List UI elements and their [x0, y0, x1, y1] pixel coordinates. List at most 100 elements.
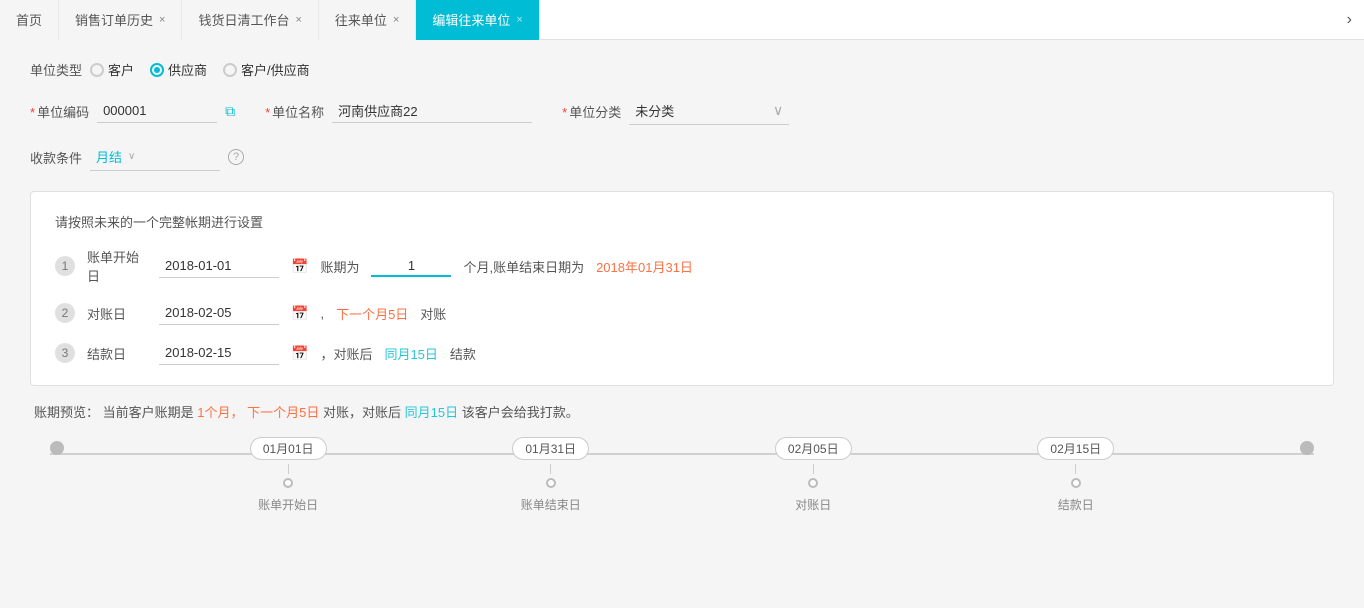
unit-type-label: 单位类型: [30, 60, 82, 79]
timeline-connector-1: [288, 464, 289, 474]
code-label: *单位编码: [30, 102, 89, 121]
tab-cash-work[interactable]: 钱货日清工作台 ×: [182, 0, 318, 40]
timeline-node-2: 01月31日 账单结束日: [512, 437, 589, 513]
preview-part1: 1个月，: [197, 405, 243, 420]
code-name-category-row: *单位编码 ⧉ *单位名称 *单位分类 未分类 ∨: [30, 97, 1334, 125]
tab-sales-history[interactable]: 销售订单历史 ×: [59, 0, 182, 40]
timeline-label-2: 账单结束日: [521, 496, 581, 513]
period-row-3: 3 结款日 📅 ，对账后 同月15日 结款: [55, 341, 1309, 365]
preview-text3: 对账，对账后: [323, 405, 401, 420]
radio-customer-supplier-label: 客户/供应商: [241, 60, 310, 79]
period-date-2[interactable]: [159, 301, 279, 325]
period-date-3[interactable]: [159, 341, 279, 365]
timeline-node-1: 01月01日 账单开始日: [250, 437, 327, 513]
preview-text4: 该客户会给我打款。: [462, 405, 579, 420]
payment-row: 收款条件 月结 ∨ ?: [30, 143, 1334, 171]
tab-partner[interactable]: 往来单位 ×: [319, 0, 416, 40]
period-cal-icon-3[interactable]: 📅: [291, 345, 308, 362]
tab-home-label: 首页: [16, 10, 42, 29]
payment-label: 收款条件: [30, 148, 82, 167]
period-highlight-2: 下一个月5日: [336, 304, 408, 323]
category-label: *单位分类: [562, 102, 621, 121]
payment-select-value: 月结: [96, 147, 122, 166]
radio-customer-supplier[interactable]: 客户/供应商: [223, 60, 310, 79]
tab-sales-history-close[interactable]: ×: [159, 14, 165, 26]
period-months-input[interactable]: [371, 256, 451, 277]
period-row-2: 2 对账日 📅 , 下一个月5日 对账: [55, 301, 1309, 325]
preview-text-before: 当前客户账期是: [103, 405, 194, 420]
period-suffix-2b: 对账: [420, 304, 446, 323]
period-num-2: 2: [55, 303, 75, 323]
category-value: 未分类: [635, 101, 769, 120]
page-content: 单位类型 客户 供应商 客户/供应商 *单位编码: [0, 40, 1364, 608]
tab-cash-work-close[interactable]: ×: [295, 14, 301, 26]
timeline-connector-4: [1075, 464, 1076, 474]
timeline-connector-2: [550, 464, 551, 474]
period-suffix-1: 账期为: [320, 257, 359, 276]
period-row-1: 1 账单开始日 📅 账期为 个月,账单结束日期为 2018年01月31日: [55, 247, 1309, 285]
radio-customer-circle: [90, 63, 104, 77]
period-end-date: 2018年01月31日: [596, 257, 693, 276]
name-required: *: [265, 105, 270, 120]
timeline-label-3: 对账日: [795, 496, 831, 513]
category-field: *单位分类 未分类 ∨: [562, 97, 789, 125]
timeline-nodes: 01月01日 账单开始日 01月31日 账单结束日 02月05日 对账日: [50, 441, 1314, 513]
tab-edit-partner[interactable]: 编辑往来单位 ×: [416, 0, 539, 40]
preview-text2: 下一个月5日: [247, 405, 319, 420]
name-field: *单位名称: [265, 99, 532, 123]
radio-customer[interactable]: 客户: [90, 60, 134, 79]
preview-label: 账期预览：: [34, 405, 99, 420]
radio-supplier[interactable]: 供应商: [150, 60, 207, 79]
timeline-end-dot: [1300, 441, 1314, 455]
timeline-label-1: 账单开始日: [258, 496, 318, 513]
timeline-start-circle: [50, 441, 64, 455]
period-suffix-3b: 结款: [450, 344, 476, 363]
payment-select[interactable]: 月结 ∨: [90, 143, 220, 171]
timeline-node-3: 02月05日 对账日: [775, 437, 852, 513]
tab-home[interactable]: 首页: [0, 0, 59, 40]
category-required: *: [562, 105, 567, 120]
unit-type-row: 单位类型 客户 供应商 客户/供应商: [30, 60, 1334, 79]
preview-section: 账期预览： 当前客户账期是 1个月， 下一个月5日 对账，对账后 同月15日 该…: [30, 402, 1334, 421]
timeline-dot-4: [1071, 478, 1081, 488]
tab-edit-partner-label: 编辑往来单位: [432, 10, 510, 29]
timeline-dot-1: [283, 478, 293, 488]
period-box-title: 请按照未来的一个完整帐期进行设置: [55, 212, 1309, 231]
preview-part2: 同月15日: [405, 405, 458, 420]
period-unit-text: 个月,账单结束日期为: [463, 257, 584, 276]
unit-type-radio-group: 客户 供应商 客户/供应商: [90, 60, 310, 79]
tab-edit-partner-close[interactable]: ×: [516, 14, 522, 26]
category-arrow-icon: ∨: [773, 102, 783, 119]
payment-help-icon[interactable]: ?: [228, 149, 244, 165]
tabs-bar: 首页 销售订单历史 × 钱货日清工作台 × 往来单位 × 编辑往来单位 × ›: [0, 0, 1364, 40]
payment-field: 收款条件 月结 ∨ ?: [30, 143, 244, 171]
period-num-3: 3: [55, 343, 75, 363]
radio-supplier-label: 供应商: [168, 60, 207, 79]
radio-supplier-circle: [150, 63, 164, 77]
timeline-start-dot: [50, 441, 64, 455]
period-label-1: 账单开始日: [87, 247, 147, 285]
code-required: *: [30, 105, 35, 120]
timeline-label-4: 结款日: [1058, 496, 1094, 513]
period-date-1[interactable]: [159, 254, 279, 278]
timeline-chip-4: 02月15日: [1037, 437, 1114, 460]
period-highlight-3: 同月15日: [384, 344, 437, 363]
code-field: *单位编码 ⧉: [30, 99, 235, 123]
period-cal-icon-2[interactable]: 📅: [291, 305, 308, 322]
timeline-container: 01月01日 账单开始日 01月31日 账单结束日 02月05日 对账日: [30, 441, 1334, 553]
period-suffix-2a: ,: [320, 306, 324, 321]
tab-more-button[interactable]: ›: [1335, 0, 1364, 40]
timeline-chip-3: 02月05日: [775, 437, 852, 460]
name-input[interactable]: [332, 99, 532, 123]
timeline-chip-2: 01月31日: [512, 437, 589, 460]
tab-sales-history-label: 销售订单历史: [75, 10, 153, 29]
timeline-dot-2: [546, 478, 556, 488]
period-label-2: 对账日: [87, 304, 147, 323]
tab-partner-close[interactable]: ×: [393, 14, 399, 26]
period-num-1: 1: [55, 256, 75, 276]
category-dropdown[interactable]: 未分类 ∨: [629, 97, 789, 125]
timeline-dot-3: [808, 478, 818, 488]
code-input[interactable]: [97, 99, 217, 123]
period-cal-icon-1[interactable]: 📅: [291, 258, 308, 275]
code-copy-icon[interactable]: ⧉: [225, 103, 235, 120]
